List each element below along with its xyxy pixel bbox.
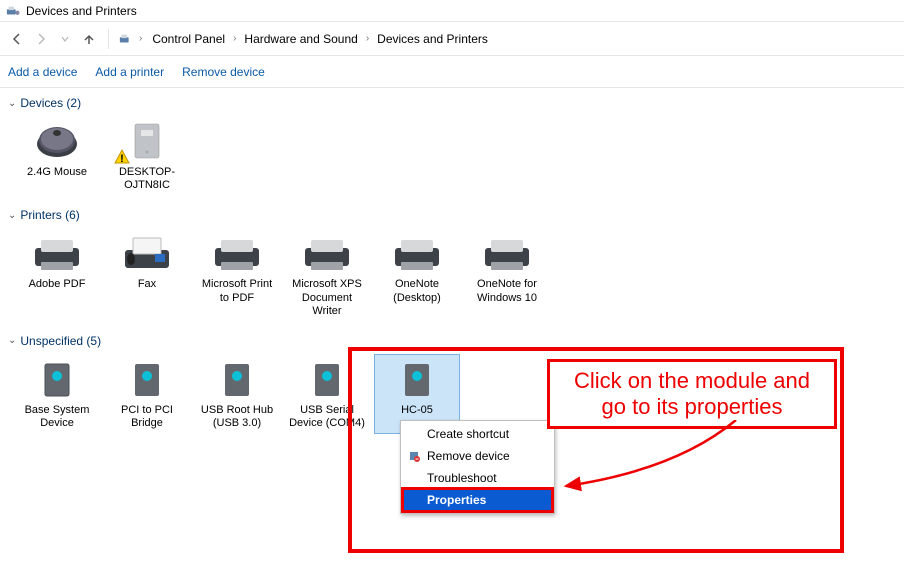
breadcrumb-leaf[interactable]: Devices and Printers [373,30,492,48]
device-usb-root-hub[interactable]: USB Root Hub (USB 3.0) [194,354,280,434]
generic-device-icon [117,358,177,402]
breadcrumb-icon [119,32,133,46]
device-label: PCI to PCI Bridge [106,404,188,430]
device-label: Fax [138,278,156,291]
chevron-icon: › [233,33,236,44]
back-button[interactable] [8,30,26,48]
computer-icon: ! [117,120,177,164]
caret-icon: ⌄ [8,98,16,109]
group-title: Unspecified (5) [20,334,101,348]
device-label: Adobe PDF [29,278,86,291]
chevron-icon: › [139,33,142,44]
warning-icon: ! [113,148,131,166]
chevron-icon: › [366,33,369,44]
group-header-printers[interactable]: ⌄ Printers (6) [8,204,896,224]
generic-device-icon [207,358,267,402]
titlebar: Devices and Printers [0,0,904,22]
group-title: Devices (2) [20,96,81,110]
navbar: › Control Panel › Hardware and Sound › D… [0,22,904,56]
annotation-callout: Click on the module and go to its proper… [547,359,837,429]
remove-device-button[interactable]: Remove device [182,65,265,79]
printer-adobe-pdf[interactable]: Adobe PDF [14,228,100,322]
breadcrumb: Control Panel › Hardware and Sound › Dev… [148,30,492,48]
toolbar: Add a device Add a printer Remove device [0,56,904,88]
printer-onenote-desktop[interactable]: OneNote (Desktop) [374,228,460,322]
mouse-icon [27,120,87,164]
add-printer-button[interactable]: Add a printer [95,65,164,79]
caret-icon: ⌄ [8,335,16,346]
device-pci-bridge[interactable]: PCI to PCI Bridge [104,354,190,434]
fax-icon [117,232,177,276]
recent-dropdown[interactable] [56,30,74,48]
up-button[interactable] [80,30,98,48]
printer-msprint-pdf[interactable]: Microsoft Print to PDF [194,228,280,322]
printer-icon [207,232,267,276]
device-label: Microsoft Print to PDF [196,278,278,304]
forward-button[interactable] [32,30,50,48]
breadcrumb-mid[interactable]: Hardware and Sound [240,30,361,48]
printer-icon [297,232,357,276]
device-label: USB Root Hub (USB 3.0) [196,404,278,430]
add-device-button[interactable]: Add a device [8,65,77,79]
printer-xps[interactable]: Microsoft XPS Document Writer [284,228,370,322]
group-header-devices[interactable]: ⌄ Devices (2) [8,92,896,112]
device-label: OneNote (Desktop) [376,278,458,304]
device-base-system[interactable]: Base System Device [14,354,100,434]
printer-fax[interactable]: Fax [104,228,190,322]
device-label: OneNote for Windows 10 [466,278,548,304]
svg-text:!: ! [120,153,124,165]
group-title: Printers (6) [20,208,79,222]
breadcrumb-root[interactable]: Control Panel [148,30,229,48]
printer-icon [387,232,447,276]
printer-onenote-w10[interactable]: OneNote for Windows 10 [464,228,550,322]
device-label: 2.4G Mouse [27,166,87,179]
devices-printers-icon [6,4,20,18]
printer-icon [27,232,87,276]
device-label: DESKTOP-OJTN8IC [106,166,188,192]
device-label: Base System Device [16,404,98,430]
device-mouse[interactable]: 2.4G Mouse [14,116,100,196]
window-title: Devices and Printers [26,4,137,18]
generic-device-icon [27,358,87,402]
device-desktop[interactable]: ! DESKTOP-OJTN8IC [104,116,190,196]
caret-icon: ⌄ [8,210,16,221]
printer-icon [477,232,537,276]
device-label: Microsoft XPS Document Writer [286,278,368,318]
